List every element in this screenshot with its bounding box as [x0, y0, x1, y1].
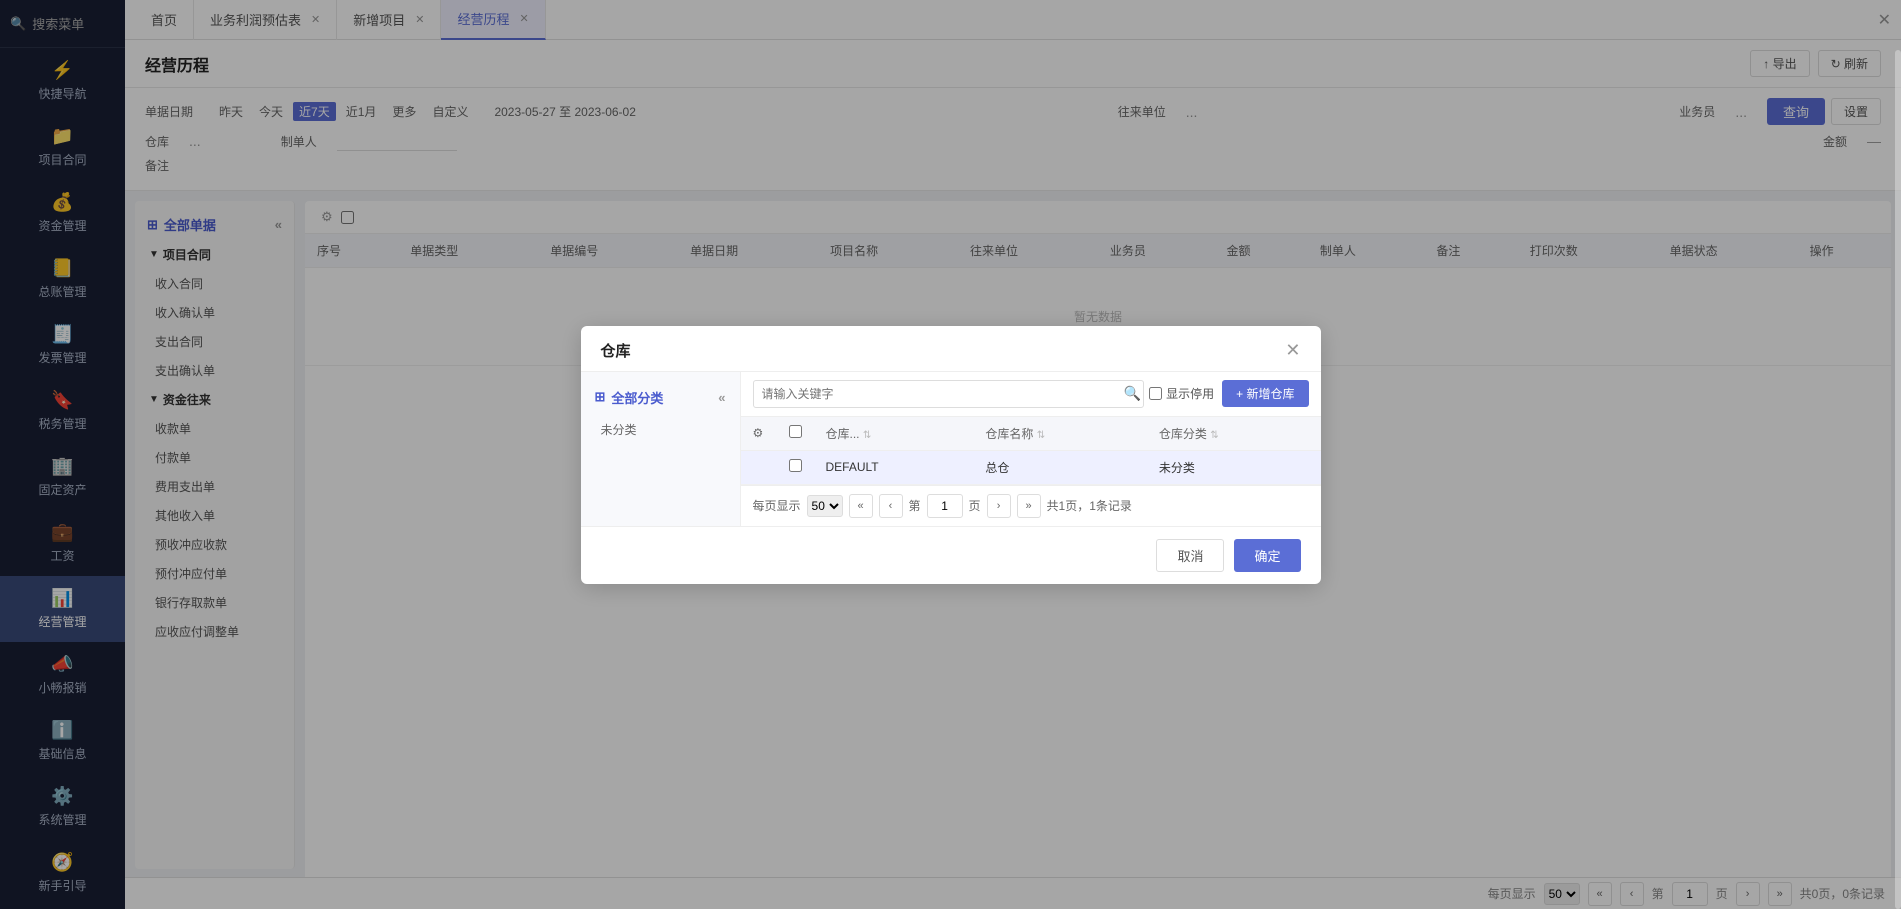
dialog-first-page[interactable]: «	[849, 494, 873, 518]
grid-icon-dialog: ⊞	[595, 389, 606, 405]
dialog-footer: 取消 确定	[581, 526, 1321, 584]
col-gear: ⚙	[741, 417, 777, 451]
dialog-last-page[interactable]: »	[1017, 494, 1041, 518]
show-disabled-text: 显示停用	[1166, 385, 1214, 402]
col-checkbox	[777, 417, 814, 451]
dialog-table: ⚙ 仓库... ⇅ 仓库名称	[741, 417, 1321, 485]
dialog-overlay: 仓库 ✕ ⊞ 全部分类 « 未分类 🔍	[0, 0, 1901, 909]
row-category: 未分类	[1147, 450, 1321, 484]
dialog-next-page[interactable]: ›	[987, 494, 1011, 518]
table-row[interactable]: DEFAULT 总仓 未分类	[741, 450, 1321, 484]
table-select-all[interactable]	[789, 425, 802, 438]
cancel-button[interactable]: 取消	[1156, 539, 1224, 572]
dialog-right-panel: 🔍 显示停用 + 新增仓库 ⚙	[741, 372, 1321, 526]
dialog-total-label: 共1页，1条记录	[1047, 497, 1132, 514]
sort-icon-code[interactable]: ⇅	[863, 430, 871, 441]
row-code: DEFAULT	[814, 450, 974, 484]
dialog-table-wrap: ⚙ 仓库... ⇅ 仓库名称	[741, 417, 1321, 485]
dialog-body: ⊞ 全部分类 « 未分类 🔍 显示停用 + 新增仓库	[581, 372, 1321, 526]
row-name: 总仓	[973, 450, 1147, 484]
sort-icon-category[interactable]: ⇅	[1210, 430, 1218, 441]
col-warehouse-name: 仓库名称 ⇅	[973, 417, 1147, 451]
warehouse-dialog: 仓库 ✕ ⊞ 全部分类 « 未分类 🔍	[581, 326, 1321, 584]
add-warehouse-button[interactable]: + 新增仓库	[1222, 380, 1308, 407]
dialog-page-label: 页	[969, 497, 981, 514]
per-page-select-dialog[interactable]: 50	[807, 495, 843, 517]
dialog-title: 仓库	[601, 340, 631, 361]
col-warehouse-category: 仓库分类 ⇅	[1147, 417, 1321, 451]
sort-icon-name[interactable]: ⇅	[1037, 430, 1045, 441]
confirm-button[interactable]: 确定	[1234, 539, 1300, 572]
per-page-label-dialog: 每页显示	[753, 497, 801, 514]
dialog-pagination: 每页显示 50 « ‹ 第 页 › » 共1页，1条记录	[741, 485, 1321, 526]
dialog-page-input[interactable]	[927, 494, 963, 518]
row-gear-cell	[741, 450, 777, 484]
dialog-page-prefix: 第	[909, 497, 921, 514]
search-icon-btn[interactable]: 🔍	[1124, 385, 1141, 402]
dialog-header: 仓库 ✕	[581, 326, 1321, 372]
row-checkbox[interactable]	[789, 459, 802, 472]
col-warehouse-code: 仓库... ⇅	[814, 417, 974, 451]
dialog-all-categories[interactable]: ⊞ 全部分类 «	[581, 380, 740, 415]
all-categories-label: 全部分类	[611, 388, 663, 407]
dialog-prev-page[interactable]: ‹	[879, 494, 903, 518]
collapse-left-icon[interactable]: «	[718, 390, 725, 405]
dialog-left-panel: ⊞ 全部分类 « 未分类	[581, 372, 741, 526]
warehouse-search-input[interactable]	[753, 380, 1144, 408]
dialog-close-button[interactable]: ✕	[1285, 340, 1300, 361]
dialog-uncategorized[interactable]: 未分类	[581, 415, 740, 444]
gear-icon-table[interactable]: ⚙	[753, 426, 764, 440]
show-disabled-label[interactable]: 显示停用	[1149, 385, 1214, 402]
dialog-toolbar: 🔍 显示停用 + 新增仓库	[741, 372, 1321, 417]
show-disabled-checkbox[interactable]	[1149, 387, 1162, 400]
row-checkbox-cell	[777, 450, 814, 484]
